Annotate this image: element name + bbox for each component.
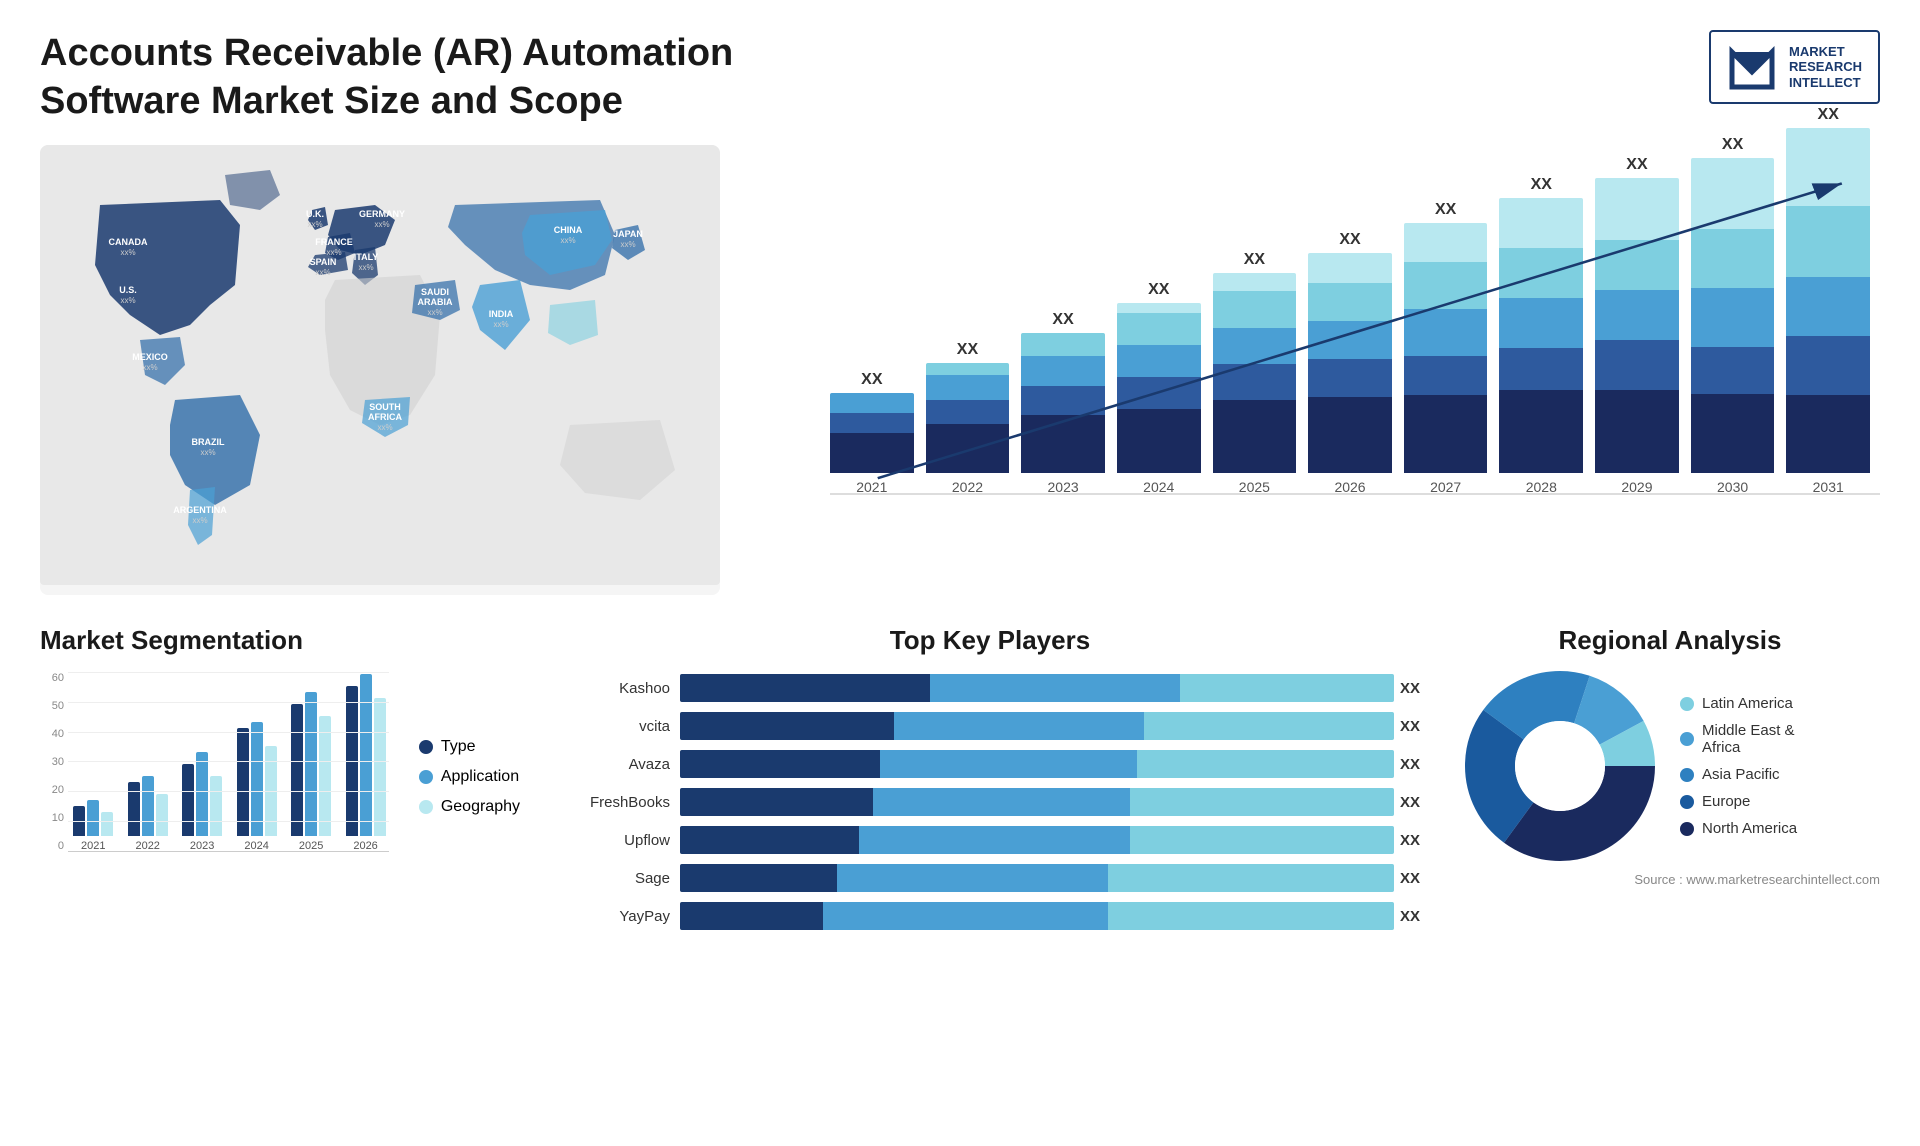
svg-text:FRANCE: FRANCE <box>315 237 353 247</box>
bottom-grid: Market Segmentation 60 50 40 30 20 10 0 <box>40 615 1880 940</box>
svg-text:ARABIA: ARABIA <box>418 297 453 307</box>
svg-text:xx%: xx% <box>315 268 330 277</box>
main-grid: CANADA xx% U.S. xx% MEXICO xx% BRAZIL xx… <box>40 145 1880 940</box>
players-list: Kashoo XX vcita <box>550 674 1430 930</box>
reg-legend-latin-america: Latin America <box>1680 695 1797 712</box>
svg-text:xx%: xx% <box>307 220 322 229</box>
page-title: Accounts Receivable (AR) Automation Soft… <box>40 30 820 125</box>
player-row-upflow: Upflow XX <box>550 826 1430 854</box>
svg-text:xx%: xx% <box>120 296 135 305</box>
source-text: Source : www.marketresearchintellect.com <box>1460 872 1880 887</box>
svg-text:SAUDI: SAUDI <box>421 287 449 297</box>
page-wrapper: Accounts Receivable (AR) Automation Soft… <box>0 0 1920 1146</box>
svg-text:xx%: xx% <box>377 423 392 432</box>
reg-legend-europe: Europe <box>1680 793 1797 810</box>
players-title: Top Key Players <box>550 625 1430 656</box>
player-row-vcita: vcita XX <box>550 712 1430 740</box>
regional-section: Regional Analysis <box>1460 615 1880 940</box>
svg-text:CANADA: CANADA <box>109 237 148 247</box>
reg-legend-middle-east: Middle East &Africa <box>1680 722 1797 756</box>
bar-col-2027: XX 2027 <box>1404 201 1488 495</box>
donut-chart <box>1460 666 1660 866</box>
player-row-sage: Sage XX <box>550 864 1430 892</box>
svg-text:xx%: xx% <box>142 363 157 372</box>
svg-text:xx%: xx% <box>120 248 135 257</box>
world-map-svg: CANADA xx% U.S. xx% MEXICO xx% BRAZIL xx… <box>40 145 720 585</box>
svg-text:xx%: xx% <box>326 248 341 257</box>
bar-col-2030: XX 2030 <box>1691 136 1775 495</box>
logo: MARKET RESEARCH INTELLECT <box>1709 30 1880 104</box>
svg-text:ARGENTINA: ARGENTINA <box>173 505 227 515</box>
svg-text:INDIA: INDIA <box>489 309 514 319</box>
seg-legend-type: Type <box>419 738 520 756</box>
bar-col-2024: XX 2024 <box>1117 281 1201 495</box>
player-row-freshbooks: FreshBooks XX <box>550 788 1430 816</box>
regional-content: Latin America Middle East &Africa Asia P… <box>1460 666 1880 866</box>
svg-text:MEXICO: MEXICO <box>132 352 168 362</box>
bar-col-2028: XX 2028 <box>1499 176 1583 495</box>
svg-text:ITALY: ITALY <box>354 252 379 262</box>
svg-text:xx%: xx% <box>427 308 442 317</box>
svg-text:BRAZIL: BRAZIL <box>192 437 225 447</box>
logo-text: MARKET RESEARCH INTELLECT <box>1789 44 1862 91</box>
svg-text:JAPAN: JAPAN <box>613 229 643 239</box>
map-section: CANADA xx% U.S. xx% MEXICO xx% BRAZIL xx… <box>40 145 720 595</box>
seg-legend: Type Application Geography <box>409 672 520 882</box>
svg-text:xx%: xx% <box>374 220 389 229</box>
seg-legend-application: Application <box>419 768 520 786</box>
segmentation-title: Market Segmentation <box>40 625 520 656</box>
svg-text:xx%: xx% <box>560 236 575 245</box>
reg-legend-north-america: North America <box>1680 820 1797 837</box>
svg-text:GERMANY: GERMANY <box>359 209 405 219</box>
logo-icon <box>1727 42 1777 92</box>
reg-legend-asia-pacific: Asia Pacific <box>1680 766 1797 783</box>
svg-text:U.K.: U.K. <box>306 209 324 219</box>
player-row-kashoo: Kashoo XX <box>550 674 1430 702</box>
svg-text:xx%: xx% <box>493 320 508 329</box>
svg-text:AFRICA: AFRICA <box>368 412 402 422</box>
player-row-avaza: Avaza XX <box>550 750 1430 778</box>
svg-text:xx%: xx% <box>192 516 207 525</box>
bar-col-2021: XX 2021 <box>830 371 914 495</box>
segmentation-section: Market Segmentation 60 50 40 30 20 10 0 <box>40 615 520 940</box>
seg-legend-geography: Geography <box>419 798 520 816</box>
regional-title: Regional Analysis <box>1460 625 1880 656</box>
svg-text:xx%: xx% <box>358 263 373 272</box>
header: Accounts Receivable (AR) Automation Soft… <box>40 30 1880 125</box>
svg-text:CHINA: CHINA <box>554 225 583 235</box>
svg-text:xx%: xx% <box>620 240 635 249</box>
svg-text:xx%: xx% <box>200 448 215 457</box>
svg-text:SPAIN: SPAIN <box>310 257 337 267</box>
bar-col-2031: XX 2031 <box>1786 106 1870 495</box>
regional-legend: Latin America Middle East &Africa Asia P… <box>1680 695 1797 837</box>
players-section: Top Key Players Kashoo XX <box>550 615 1430 940</box>
bar-col-2022: XX 2022 <box>926 341 1010 495</box>
bar-col-2023: XX 2023 <box>1021 311 1105 495</box>
bar-col-2029: XX 2029 <box>1595 156 1679 495</box>
svg-text:SOUTH: SOUTH <box>369 402 401 412</box>
player-row-yaypay: YayPay XX <box>550 902 1430 930</box>
bar-col-2025: XX 2025 <box>1213 251 1297 495</box>
bar-col-2026: XX 2026 <box>1308 231 1392 495</box>
bar-chart-container: XX 2021 XX <box>750 145 1880 595</box>
svg-text:U.S.: U.S. <box>119 285 137 295</box>
